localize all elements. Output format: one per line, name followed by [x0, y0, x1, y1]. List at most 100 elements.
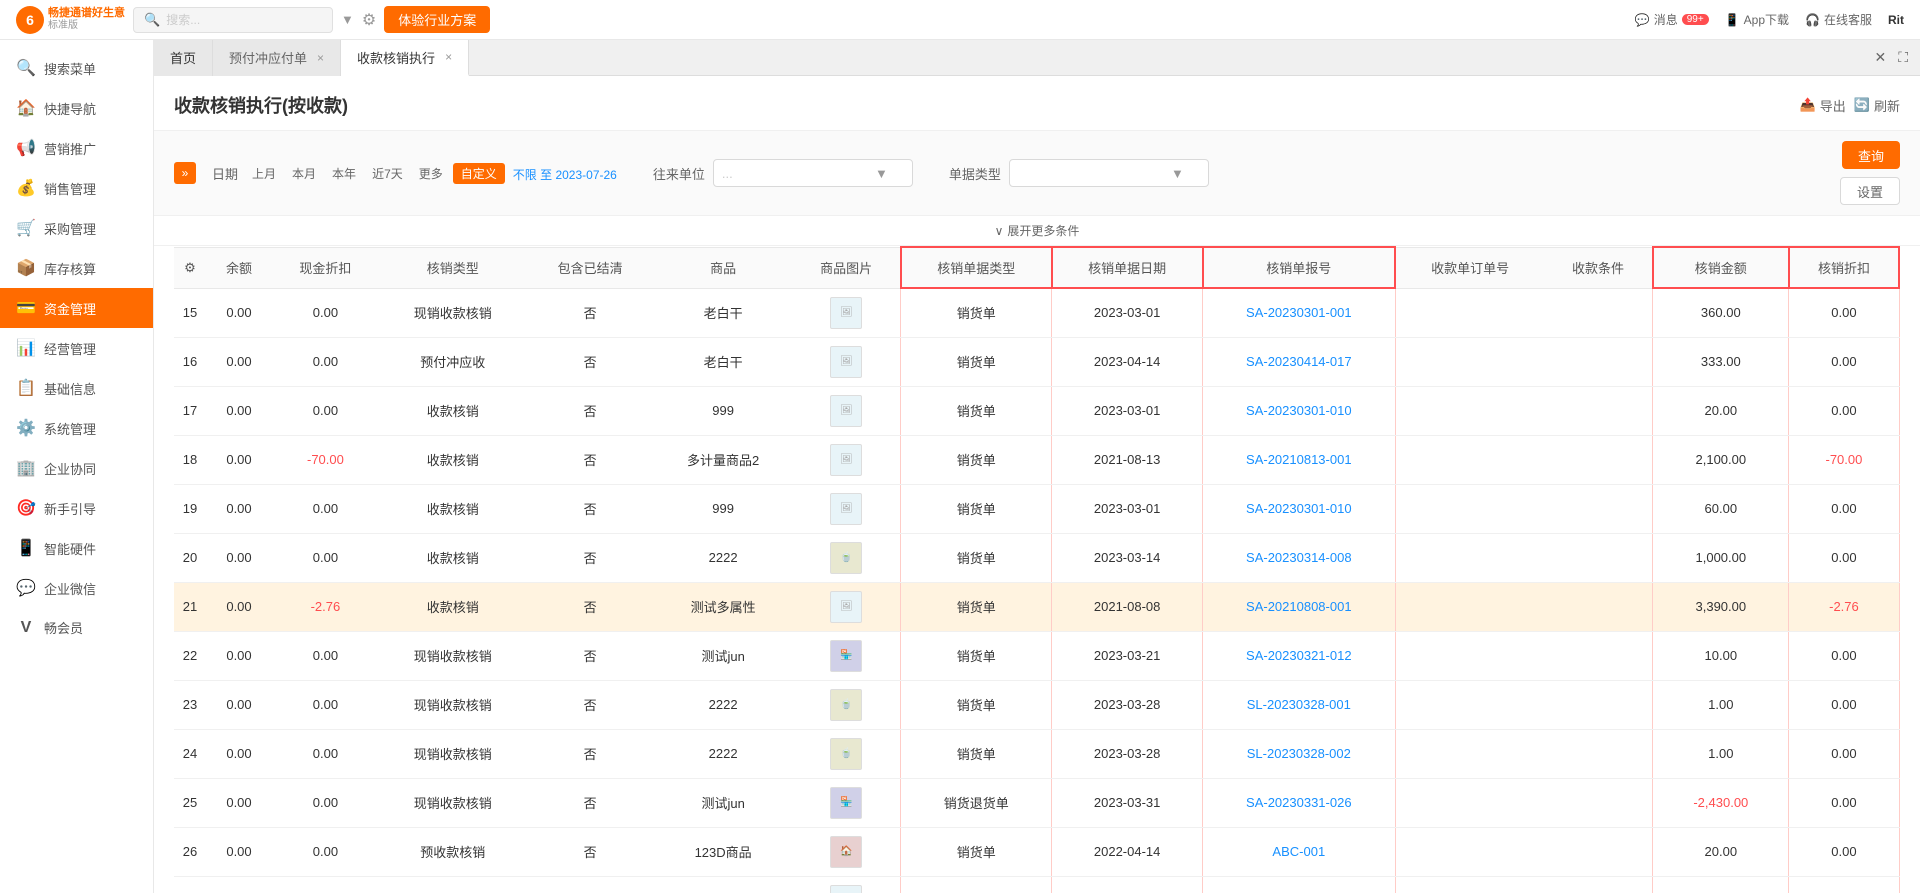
cell-balance: 0.00 — [206, 876, 272, 893]
table-row: 220.000.00现销收款核销否测试jun🏪销货单2023-03-21SA-2… — [174, 631, 1899, 680]
goods-image-thumb: 🖼 — [830, 493, 862, 525]
voucher-type-select[interactable]: ▼ — [1009, 159, 1209, 187]
refresh-button[interactable]: 🔄 刷新 — [1854, 96, 1900, 115]
this-year-btn[interactable]: 本年 — [326, 163, 362, 184]
cell-verify-voucher-no[interactable]: SA-20230331-026 — [1203, 778, 1396, 827]
sidebar-item-beginner[interactable]: 🎯 新手引导 — [0, 488, 153, 528]
smart-hw-icon: 📱 — [16, 538, 36, 558]
cell-verify-amount: 20.00 — [1653, 386, 1789, 435]
tab-close-all-icon[interactable]: ✕ — [1870, 45, 1890, 70]
tab-bar-right: ✕ ⛶ — [1870, 45, 1920, 70]
logo-text: 畅捷通谱好生意 标准版 — [48, 7, 125, 32]
message-icon: 💬 — [1635, 13, 1650, 27]
search-button[interactable]: 查询 — [1842, 141, 1900, 169]
sidebar-item-funds[interactable]: 💳 资金管理 — [0, 288, 153, 328]
sidebar-item-wechat[interactable]: 💬 企业微信 — [0, 568, 153, 608]
sidebar-item-quick-nav[interactable]: 🏠 快捷导航 — [0, 88, 153, 128]
cell-verify-voucher-no[interactable]: SA-20210808-001 — [1203, 582, 1396, 631]
cell-verify-voucher-no[interactable]: SA-20230301-001 — [1203, 288, 1396, 337]
sidebar-item-smart-hw[interactable]: 📱 智能硬件 — [0, 528, 153, 568]
tab-home[interactable]: 首页 — [154, 40, 213, 76]
cell-include-settled: 否 — [527, 778, 654, 827]
user-area[interactable]: Rit — [1888, 13, 1904, 27]
notification-area[interactable]: 💬 消息 99+ — [1635, 11, 1709, 28]
tab-prepay-close[interactable]: × — [317, 51, 324, 65]
settings-icon[interactable]: ⚙ — [362, 10, 376, 30]
search-box[interactable]: 🔍 搜索... — [133, 7, 333, 33]
expand-more-button[interactable]: ∨ 展开更多条件 — [995, 222, 1080, 239]
cell-verify-voucher-no[interactable]: SA-20230314-008 — [1203, 533, 1396, 582]
voucher-no-link[interactable]: SA-20230414-017 — [1246, 354, 1352, 369]
cell-verify-voucher-date: 2023-03-28 — [1052, 729, 1203, 778]
cell-verify-type: 现销收款核销 — [379, 876, 527, 893]
cell-verify-voucher-no[interactable]: SA-20230301-010 — [1203, 386, 1396, 435]
custom-date-btn[interactable]: 自定义 — [453, 163, 505, 184]
page-content: 收款核销执行(按收款) 📤 导出 🔄 刷新 » 日期 — [154, 76, 1920, 893]
app-download-area[interactable]: 📱 App下载 — [1725, 11, 1789, 28]
sidebar-item-marketing[interactable]: 📢 营销推广 — [0, 128, 153, 168]
cell-verify-voucher-date: 2023-03-14 — [1052, 533, 1203, 582]
sidebar-item-vip[interactable]: V 畅会员 — [0, 608, 153, 647]
voucher-no-link[interactable]: SL-20230328-002 — [1247, 746, 1351, 761]
table-row: 160.000.00预付冲应收否老白干🖼销货单2023-04-14SA-2023… — [174, 337, 1899, 386]
cell-verify-discount: 0.00 — [1789, 729, 1899, 778]
purchase-icon: 🛒 — [16, 218, 36, 238]
filter-expand-button[interactable]: » — [174, 162, 196, 184]
cell-verify-amount: 1,000.00 — [1653, 533, 1789, 582]
sidebar-item-sales[interactable]: 💰 销售管理 — [0, 168, 153, 208]
tab-fullscreen-icon[interactable]: ⛶ — [1894, 45, 1912, 70]
th-gear[interactable]: ⚙ — [174, 247, 206, 288]
export-button[interactable]: 📤 导出 — [1800, 96, 1846, 115]
dropdown-arrow-icon[interactable]: ▼ — [341, 12, 354, 27]
sidebar-item-inventory[interactable]: 📦 库存核算 — [0, 248, 153, 288]
cell-goods-image: 🖼 — [792, 337, 900, 386]
cell-verify-voucher-no[interactable]: SA-20230321-012 — [1203, 631, 1396, 680]
sidebar-item-biz[interactable]: 📊 经营管理 — [0, 328, 153, 368]
cell-verify-voucher-no[interactable]: SA-20230414-017 — [1203, 337, 1396, 386]
th-verify-amount: 核销金额 — [1653, 247, 1789, 288]
more-date-btn[interactable]: 更多 — [413, 163, 449, 184]
sidebar-item-enterprise[interactable]: 🏢 企业协同 — [0, 448, 153, 488]
cell-verify-voucher-date: 2021-08-08 — [1052, 582, 1203, 631]
last-month-btn[interactable]: 上月 — [246, 163, 282, 184]
cell-id: 15 — [174, 288, 206, 337]
voucher-no-link[interactable]: SA-20230321-012 — [1246, 648, 1352, 663]
table-settings-button[interactable]: 设置 — [1840, 177, 1900, 205]
voucher-no-link[interactable]: SA-20230301-010 — [1246, 501, 1352, 516]
cell-verify-voucher-no[interactable]: SL-20230408-001 — [1203, 876, 1396, 893]
sales-icon: 💰 — [16, 178, 36, 198]
tab-receipt-verify[interactable]: 收款核销执行 × — [341, 40, 469, 76]
cell-id: 20 — [174, 533, 206, 582]
solution-button[interactable]: 体验行业方案 — [384, 6, 490, 33]
voucher-no-link[interactable]: SA-20210808-001 — [1246, 599, 1352, 614]
date-range-display: 不限 至 2023-07-26 — [513, 168, 617, 182]
tab-receipt-verify-close[interactable]: × — [445, 50, 452, 64]
cell-goods: 2222 — [654, 729, 793, 778]
from-unit-select[interactable]: ... ▼ — [713, 159, 913, 187]
voucher-no-link[interactable]: SA-20230331-026 — [1246, 795, 1352, 810]
sidebar-item-search-menu[interactable]: 🔍 搜索菜单 — [0, 48, 153, 88]
cell-verify-voucher-no[interactable]: SA-20230301-010 — [1203, 484, 1396, 533]
sidebar-item-sys[interactable]: ⚙️ 系统管理 — [0, 408, 153, 448]
cell-verify-discount: 0.00 — [1789, 827, 1899, 876]
voucher-no-link[interactable]: SL-20230328-001 — [1247, 697, 1351, 712]
filter-bar: » 日期 上月 本月 本年 近7天 更多 自定义 不限 至 2023-07-26 — [154, 131, 1920, 216]
voucher-no-link[interactable]: SA-20230314-008 — [1246, 550, 1352, 565]
voucher-no-link[interactable]: SA-20230301-010 — [1246, 403, 1352, 418]
cell-verify-voucher-no[interactable]: ABC-001 — [1203, 827, 1396, 876]
voucher-no-link[interactable]: SA-20230301-001 — [1246, 305, 1352, 320]
cell-verify-voucher-no[interactable]: SL-20230328-002 — [1203, 729, 1396, 778]
online-service-area[interactable]: 🎧 在线客服 — [1805, 11, 1872, 28]
cell-verify-voucher-no[interactable]: SA-20210813-001 — [1203, 435, 1396, 484]
voucher-no-link[interactable]: ABC-001 — [1272, 844, 1325, 859]
tab-prepay[interactable]: 预付冲应付单 × — [213, 40, 341, 76]
cell-receipt-condition — [1544, 337, 1652, 386]
this-month-btn[interactable]: 本月 — [286, 163, 322, 184]
th-receipt-condition: 收款条件 — [1544, 247, 1652, 288]
sidebar-item-basic[interactable]: 📋 基础信息 — [0, 368, 153, 408]
voucher-no-link[interactable]: SA-20210813-001 — [1246, 452, 1352, 467]
cell-verify-voucher-no[interactable]: SL-20230328-001 — [1203, 680, 1396, 729]
cell-id: 21 — [174, 582, 206, 631]
sidebar-item-purchase[interactable]: 🛒 采购管理 — [0, 208, 153, 248]
last-7days-btn[interactable]: 近7天 — [366, 163, 409, 184]
